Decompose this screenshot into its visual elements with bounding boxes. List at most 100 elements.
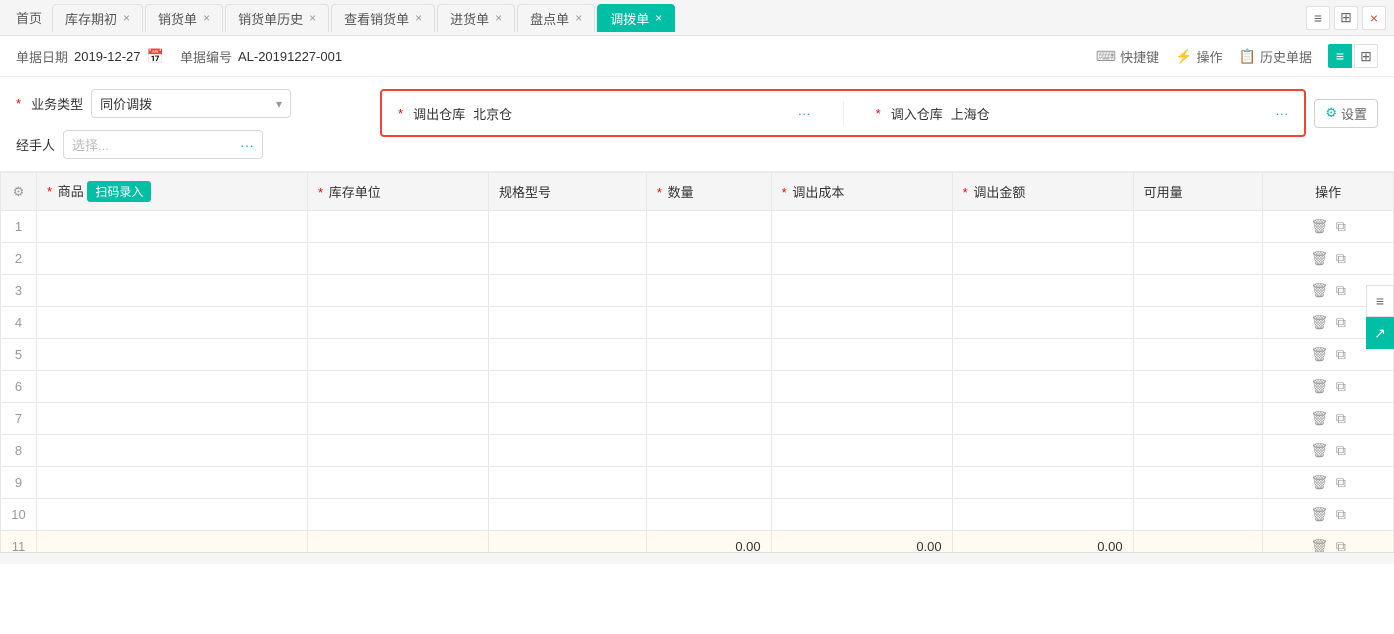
copy-icon-7[interactable]: ⧉ bbox=[1336, 410, 1346, 426]
tab-list-icon[interactable]: ≡ bbox=[1306, 6, 1330, 30]
cost-cell-9[interactable] bbox=[771, 467, 952, 499]
qty-cell-8[interactable] bbox=[646, 435, 771, 467]
amount-cell-3[interactable] bbox=[952, 275, 1133, 307]
copy-icon-10[interactable]: ⧉ bbox=[1336, 506, 1346, 522]
float-list-btn[interactable]: ≡ bbox=[1366, 285, 1394, 317]
tab-transfer-close[interactable]: × bbox=[655, 11, 662, 25]
delete-icon-4[interactable]: 🗑 bbox=[1310, 314, 1328, 330]
tab-inventory-init-close[interactable]: × bbox=[123, 11, 130, 25]
product-cell-11[interactable] bbox=[37, 531, 308, 553]
amount-cell-8[interactable] bbox=[952, 435, 1133, 467]
unit-cell-10[interactable] bbox=[308, 499, 489, 531]
copy-icon-4[interactable]: ⧉ bbox=[1336, 314, 1346, 330]
product-cell-8[interactable] bbox=[37, 435, 308, 467]
window-close-btn[interactable]: × bbox=[1362, 6, 1386, 30]
operation-btn[interactable]: ⚡ 操作 bbox=[1175, 47, 1222, 66]
warehouse-out-more[interactable]: ··· bbox=[798, 106, 811, 121]
unit-cell-5[interactable] bbox=[308, 339, 489, 371]
settings-btn[interactable]: ⚙ 设置 bbox=[1314, 99, 1378, 128]
cost-cell-1[interactable] bbox=[771, 211, 952, 243]
product-cell-10[interactable] bbox=[37, 499, 308, 531]
tab-sales-order-close[interactable]: × bbox=[203, 11, 210, 25]
tab-sales-history-close[interactable]: × bbox=[309, 11, 316, 25]
qty-cell-9[interactable] bbox=[646, 467, 771, 499]
delete-icon-1[interactable]: 🗑 bbox=[1310, 218, 1328, 234]
amount-cell-2[interactable] bbox=[952, 243, 1133, 275]
qty-cell-3[interactable] bbox=[646, 275, 771, 307]
product-cell-3[interactable] bbox=[37, 275, 308, 307]
tab-sales-history[interactable]: 销货单历史 × bbox=[225, 4, 329, 32]
product-cell-2[interactable] bbox=[37, 243, 308, 275]
spec-cell-1[interactable] bbox=[489, 211, 647, 243]
product-cell-7[interactable] bbox=[37, 403, 308, 435]
unit-cell-7[interactable] bbox=[308, 403, 489, 435]
tab-view-sales-close[interactable]: × bbox=[415, 11, 422, 25]
unit-cell-3[interactable] bbox=[308, 275, 489, 307]
spec-cell-8[interactable] bbox=[489, 435, 647, 467]
qty-cell-10[interactable] bbox=[646, 499, 771, 531]
product-cell-9[interactable] bbox=[37, 467, 308, 499]
amount-cell-4[interactable] bbox=[952, 307, 1133, 339]
amount-cell-6[interactable] bbox=[952, 371, 1133, 403]
delete-icon-11[interactable]: 🗑 bbox=[1310, 538, 1328, 552]
product-cell-5[interactable] bbox=[37, 339, 308, 371]
qty-cell-6[interactable] bbox=[646, 371, 771, 403]
delete-icon-10[interactable]: 🗑 bbox=[1310, 506, 1328, 522]
spec-cell-5[interactable] bbox=[489, 339, 647, 371]
calendar-icon[interactable]: 📅 bbox=[147, 48, 164, 65]
tab-purchase-close[interactable]: × bbox=[495, 11, 502, 25]
qty-cell-5[interactable] bbox=[646, 339, 771, 371]
qty-cell-2[interactable] bbox=[646, 243, 771, 275]
product-cell-4[interactable] bbox=[37, 307, 308, 339]
spec-cell-3[interactable] bbox=[489, 275, 647, 307]
delete-icon-9[interactable]: 🗑 bbox=[1310, 474, 1328, 490]
copy-icon-2[interactable]: ⧉ bbox=[1336, 250, 1346, 266]
cost-cell-2[interactable] bbox=[771, 243, 952, 275]
grid-view-btn[interactable]: ⊞ bbox=[1354, 44, 1378, 68]
delete-icon-7[interactable]: 🗑 bbox=[1310, 410, 1328, 426]
amount-cell-1[interactable] bbox=[952, 211, 1133, 243]
float-export-btn[interactable]: ↗ bbox=[1366, 317, 1394, 349]
tab-transfer[interactable]: 调拨单 × bbox=[597, 4, 675, 32]
copy-icon-9[interactable]: ⧉ bbox=[1336, 474, 1346, 490]
cost-cell-5[interactable] bbox=[771, 339, 952, 371]
qty-cell-7[interactable] bbox=[646, 403, 771, 435]
spec-cell-6[interactable] bbox=[489, 371, 647, 403]
unit-cell-4[interactable] bbox=[308, 307, 489, 339]
tab-stocktake[interactable]: 盘点单 × bbox=[517, 4, 595, 32]
amount-cell-10[interactable] bbox=[952, 499, 1133, 531]
copy-icon-3[interactable]: ⧉ bbox=[1336, 282, 1346, 298]
delete-icon-5[interactable]: 🗑 bbox=[1310, 346, 1328, 362]
qty-cell-1[interactable] bbox=[646, 211, 771, 243]
spec-cell-7[interactable] bbox=[489, 403, 647, 435]
spec-cell-10[interactable] bbox=[489, 499, 647, 531]
amount-cell-9[interactable] bbox=[952, 467, 1133, 499]
horizontal-scrollbar[interactable] bbox=[0, 552, 1394, 564]
tab-purchase[interactable]: 进货单 × bbox=[437, 4, 515, 32]
cost-cell-8[interactable] bbox=[771, 435, 952, 467]
unit-cell-6[interactable] bbox=[308, 371, 489, 403]
copy-icon-1[interactable]: ⧉ bbox=[1336, 218, 1346, 234]
shortcut-btn[interactable]: ⌨ 快捷键 bbox=[1096, 47, 1159, 66]
copy-icon-11[interactable]: ⧉ bbox=[1336, 538, 1346, 552]
copy-icon-6[interactable]: ⧉ bbox=[1336, 378, 1346, 394]
spec-cell-4[interactable] bbox=[489, 307, 647, 339]
copy-icon-5[interactable]: ⧉ bbox=[1336, 346, 1346, 362]
tab-view-sales[interactable]: 查看销货单 × bbox=[331, 4, 435, 32]
copy-icon-8[interactable]: ⧉ bbox=[1336, 442, 1346, 458]
col-gear-header[interactable]: ⚙ bbox=[1, 173, 37, 211]
spec-cell-2[interactable] bbox=[489, 243, 647, 275]
amount-cell-7[interactable] bbox=[952, 403, 1133, 435]
date-value[interactable]: 2019-12-27 bbox=[74, 49, 141, 64]
tab-home[interactable]: 首页 bbox=[8, 8, 50, 27]
spec-cell-9[interactable] bbox=[489, 467, 647, 499]
tab-grid-icon[interactable]: ⊞ bbox=[1334, 6, 1358, 30]
qty-cell-4[interactable] bbox=[646, 307, 771, 339]
amount-cell-5[interactable] bbox=[952, 339, 1133, 371]
tab-inventory-init[interactable]: 库存期初 × bbox=[52, 4, 143, 32]
list-view-btn[interactable]: ≡ bbox=[1328, 44, 1352, 68]
cost-cell-6[interactable] bbox=[771, 371, 952, 403]
business-type-select[interactable]: 同价调拨 ▾ bbox=[91, 89, 291, 118]
tab-stocktake-close[interactable]: × bbox=[575, 11, 582, 25]
spec-cell-11[interactable] bbox=[489, 531, 647, 553]
